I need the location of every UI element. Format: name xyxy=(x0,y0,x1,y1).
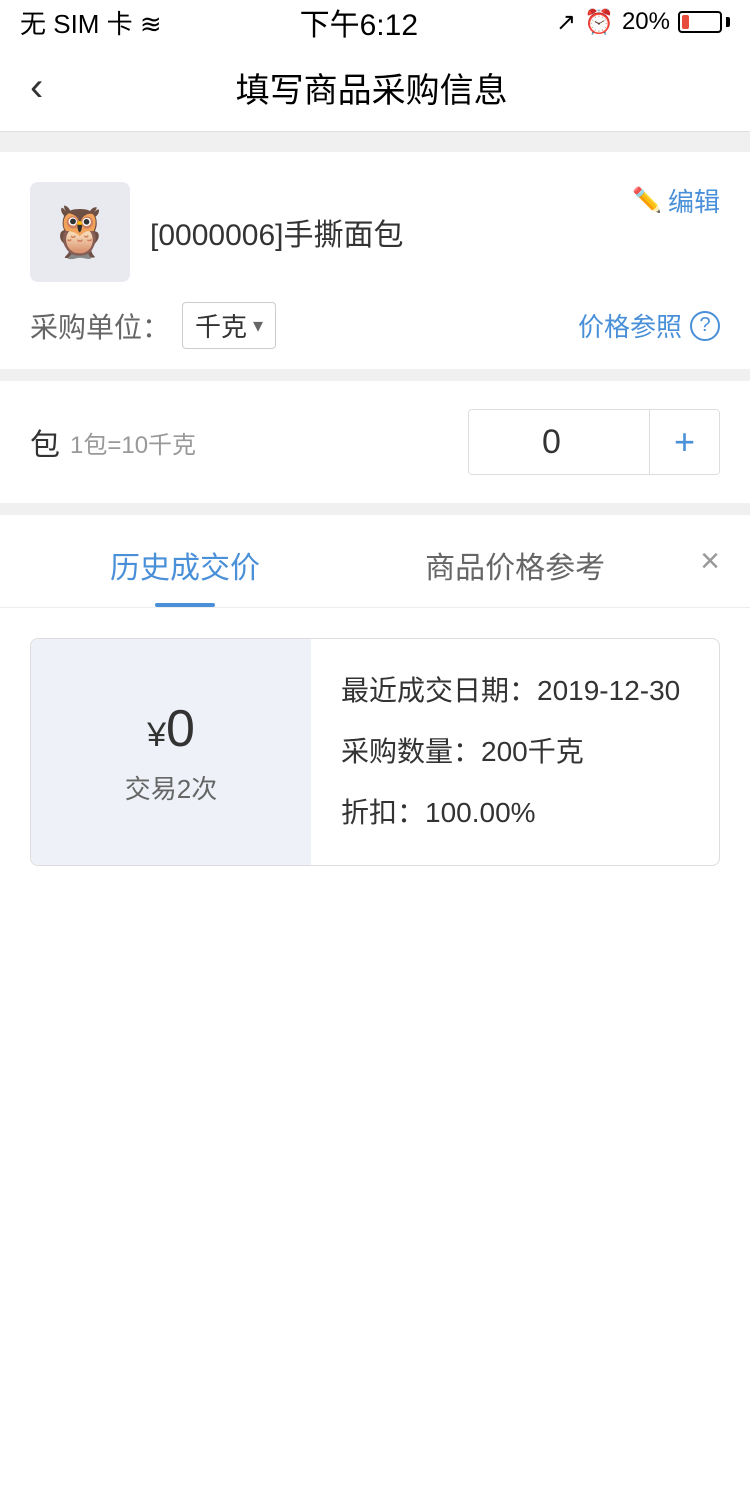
currency-symbol: ¥ xyxy=(147,716,166,754)
history-price-section: ¥0 交易2次 xyxy=(31,639,311,865)
status-time: 下午6:12 xyxy=(300,0,418,44)
trades-count: 交易2次 xyxy=(125,769,217,806)
quantity-input[interactable] xyxy=(469,410,649,474)
recent-date-row: 最近成交日期：2019-12-30 xyxy=(341,669,689,714)
history-details-section: 最近成交日期：2019-12-30 采购数量：200千克 折扣：100.00% xyxy=(311,639,719,865)
product-header: 🦉 [0000006]手撕面包 ✏️ 编辑 xyxy=(30,182,720,282)
tabs-container: 历史成交价 商品价格参考 × ¥0 交易2次 最近成交日期：2019-12-30… xyxy=(0,507,750,896)
price-reference-button[interactable]: 价格参照 ? xyxy=(578,307,720,344)
history-content: ¥0 交易2次 最近成交日期：2019-12-30 采购数量：200千克 折扣：… xyxy=(0,608,750,896)
unit-select[interactable]: 千克 ▾ xyxy=(182,302,276,349)
quantity-unit-info: 包 1包=10千克 xyxy=(30,420,196,464)
edit-button[interactable]: ✏️ 编辑 xyxy=(632,182,720,219)
quantity-input-group: + xyxy=(468,409,720,475)
product-logo-icon: 🦉 xyxy=(49,203,111,262)
quantity-conversion: 1包=10千克 xyxy=(70,425,196,460)
tab-history-price[interactable]: 历史成交价 xyxy=(20,515,350,607)
quantity-plus-button[interactable]: + xyxy=(649,410,719,474)
nav-bar: ‹ 填写商品采购信息 xyxy=(0,44,750,132)
product-card: 🦉 [0000006]手撕面包 ✏️ 编辑 采购单位： 千克 ▾ 价格参照 ? xyxy=(0,152,750,369)
chevron-down-icon: ▾ xyxy=(253,313,263,338)
discount-row: 折扣：100.00% xyxy=(341,791,689,836)
alarm-icon: ⏰ xyxy=(584,8,614,37)
battery-percent: 20% xyxy=(622,8,670,36)
edit-icon: ✏️ xyxy=(632,186,662,215)
product-unit-row: 采购单位： 千克 ▾ 价格参照 ? xyxy=(30,302,720,349)
quantity-section: 包 1包=10千克 + xyxy=(0,373,750,503)
back-button[interactable]: ‹ xyxy=(30,55,63,120)
page-rest xyxy=(0,896,750,1496)
status-bar: 无 SIM 卡 ≋ 下午6:12 ↗ ⏰ 20% xyxy=(0,0,750,44)
sim-status: 无 SIM 卡 ≋ xyxy=(20,4,162,41)
purchase-quantity-row: 采购数量：200千克 xyxy=(341,730,689,775)
gps-icon: ↗ xyxy=(556,8,576,37)
status-left: 无 SIM 卡 ≋ xyxy=(20,4,162,41)
help-icon: ? xyxy=(690,311,720,341)
product-thumbnail: 🦉 xyxy=(30,182,130,282)
product-name: [0000006]手撕面包 xyxy=(150,210,403,254)
quantity-row: 包 1包=10千克 + xyxy=(0,381,750,503)
status-right: ↗ ⏰ 20% xyxy=(556,8,730,37)
history-price-value: ¥0 xyxy=(147,699,195,759)
page-title: 填写商品采购信息 xyxy=(63,63,680,112)
history-card: ¥0 交易2次 最近成交日期：2019-12-30 采购数量：200千克 折扣：… xyxy=(30,638,720,866)
battery-icon xyxy=(678,11,730,33)
tab-close-button[interactable]: × xyxy=(680,532,730,591)
tab-price-reference[interactable]: 商品价格参考 xyxy=(350,515,680,607)
quantity-unit-box: 包 xyxy=(30,420,60,464)
product-left: 🦉 [0000006]手撕面包 xyxy=(30,182,403,282)
unit-label: 采购单位： xyxy=(30,306,170,346)
tabs-header: 历史成交价 商品价格参考 × xyxy=(0,515,750,608)
